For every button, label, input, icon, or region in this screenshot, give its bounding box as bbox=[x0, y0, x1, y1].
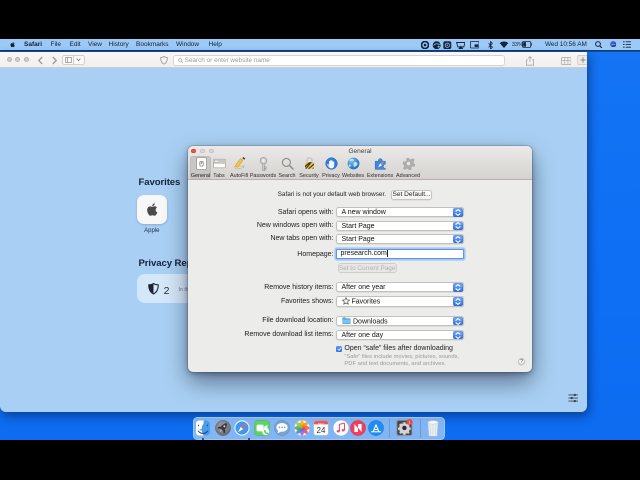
svg-text:24: 24 bbox=[317, 426, 326, 435]
